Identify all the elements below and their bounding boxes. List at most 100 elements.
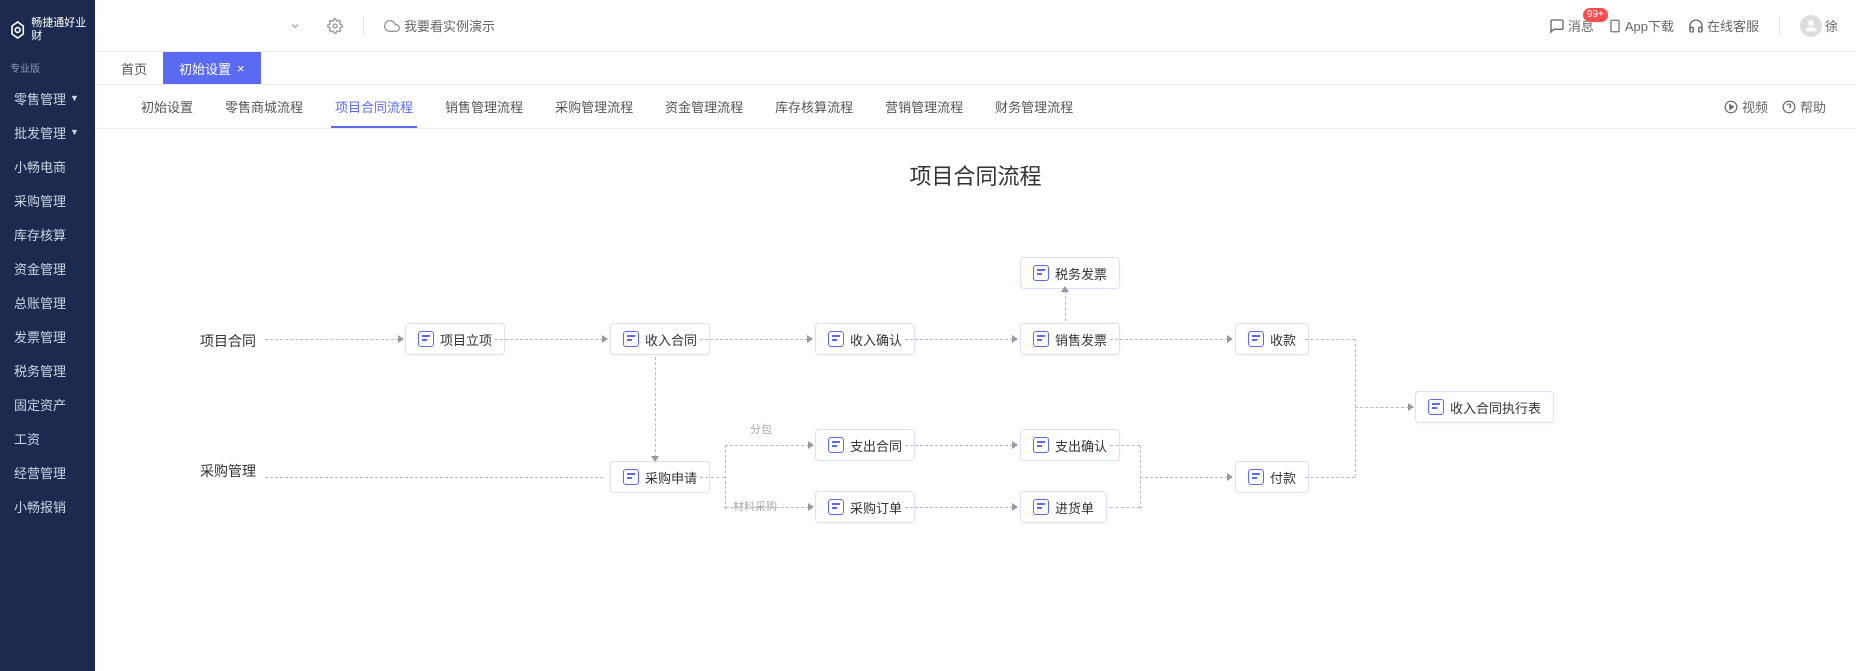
flow-node-zcht[interactable]: 支出合同 (815, 429, 915, 461)
service-label: 在线客服 (1707, 16, 1759, 35)
flow-title: 项目合同流程 (95, 159, 1856, 191)
flow-node-label: 支出合同 (850, 436, 902, 455)
arrow-icon (651, 456, 659, 462)
flow-node-cgdd[interactable]: 采购订单 (815, 491, 915, 523)
help-button[interactable]: 帮助 (1782, 97, 1826, 116)
sub-tab-7[interactable]: 营销管理流程 (869, 85, 979, 128)
flow-node-label: 采购申请 (645, 468, 697, 487)
connector (1140, 477, 1228, 478)
divider (1779, 16, 1780, 36)
video-button[interactable]: 视频 (1724, 97, 1768, 116)
doc-icon (418, 331, 434, 347)
flow-node-fk[interactable]: 付款 (1235, 461, 1309, 493)
flow-node-zcqr[interactable]: 支出确认 (1020, 429, 1120, 461)
sidebar-item-6[interactable]: 总账管理 (0, 285, 95, 319)
doc-icon (623, 331, 639, 347)
flow-node-srht[interactable]: 收入合同 (610, 323, 710, 355)
sidebar-item-4[interactable]: 库存核算 (0, 217, 95, 251)
doc-icon (1033, 331, 1049, 347)
page-tab-label: 初始设置 (179, 59, 231, 78)
flow-node-label: 收入合同执行表 (1450, 398, 1541, 417)
connector (905, 339, 1013, 340)
doc-icon (1033, 437, 1049, 453)
sub-tab-6[interactable]: 库存核算流程 (759, 85, 869, 128)
flow-node-cgsq[interactable]: 采购申请 (610, 461, 710, 493)
sub-tab-3[interactable]: 销售管理流程 (429, 85, 539, 128)
flow-node-label: 销售发票 (1055, 330, 1107, 349)
sidebar: 畅捷通好业财 专业版 零售管理▼批发管理▼小畅电商采购管理库存核算资金管理总账管… (0, 0, 95, 671)
connector (1305, 339, 1355, 340)
doc-icon (1033, 499, 1049, 515)
flow-node-label: 支出确认 (1055, 436, 1107, 455)
connector (1305, 477, 1355, 478)
connector (905, 445, 1013, 446)
gear-icon[interactable] (327, 18, 343, 34)
demo-link[interactable]: 我要看实例演示 (384, 16, 495, 35)
sidebar-item-1[interactable]: 批发管理▼ (0, 115, 95, 149)
play-icon (1724, 100, 1738, 114)
content: 项目合同流程 项目合同采购管理项目立项收入合同收入确认销售发票税务发票收款收入合… (95, 129, 1856, 671)
sidebar-item-8[interactable]: 税务管理 (0, 353, 95, 387)
avatar-icon (1800, 15, 1822, 37)
connector (725, 445, 809, 446)
sidebar-item-10[interactable]: 工资 (0, 421, 95, 455)
flow-node-xsfp[interactable]: 销售发票 (1020, 323, 1120, 355)
arrow-icon (808, 503, 814, 511)
sidebar-item-0[interactable]: 零售管理▼ (0, 81, 95, 115)
chevron-down-icon (289, 20, 301, 32)
flow-node-label: 收入确认 (850, 330, 902, 349)
sidebar-item-label: 发票管理 (14, 327, 66, 346)
company-dropdown[interactable] (113, 20, 313, 32)
doc-icon (828, 331, 844, 347)
sidebar-item-2[interactable]: 小畅电商 (0, 149, 95, 183)
doc-icon (1248, 331, 1264, 347)
flow-node-sk[interactable]: 收款 (1235, 323, 1309, 355)
page-tab-0[interactable]: 首页 (105, 52, 163, 84)
flow-node-label: 税务发票 (1055, 264, 1107, 283)
sidebar-item-label: 库存核算 (14, 225, 66, 244)
app-download-button[interactable]: App下载 (1608, 16, 1674, 35)
flow-node-srhtzxb[interactable]: 收入合同执行表 (1415, 391, 1554, 423)
video-label: 视频 (1742, 97, 1768, 116)
divider (363, 16, 364, 36)
mini-fenbao: 分包 (750, 421, 772, 437)
demo-label: 我要看实例演示 (404, 16, 495, 35)
flow-node-srqr[interactable]: 收入确认 (815, 323, 915, 355)
messages-button[interactable]: 消息 99+ (1549, 16, 1594, 35)
sub-tab-0[interactable]: 初始设置 (125, 85, 209, 128)
brand-logo: 畅捷通好业财 (0, 0, 95, 60)
sub-tab-5[interactable]: 资金管理流程 (649, 85, 759, 128)
arrow-icon (1227, 335, 1233, 343)
doc-icon (828, 499, 844, 515)
sidebar-item-7[interactable]: 发票管理 (0, 319, 95, 353)
sidebar-item-12[interactable]: 小畅报销 (0, 489, 95, 523)
sidebar-item-5[interactable]: 资金管理 (0, 251, 95, 285)
connector (1110, 445, 1140, 446)
user-name: 徐 (1825, 16, 1838, 35)
sub-tab-2[interactable]: 项目合同流程 (319, 85, 429, 128)
flow-node-swfp[interactable]: 税务发票 (1020, 257, 1120, 289)
sidebar-item-label: 资金管理 (14, 259, 66, 278)
flow-node-label: 采购订单 (850, 498, 902, 517)
sub-tab-8[interactable]: 财务管理流程 (979, 85, 1089, 128)
sidebar-item-3[interactable]: 采购管理 (0, 183, 95, 217)
connector (495, 339, 603, 340)
connector (725, 507, 809, 508)
sub-tab-4[interactable]: 采购管理流程 (539, 85, 649, 128)
sidebar-item-11[interactable]: 经营管理 (0, 455, 95, 489)
close-icon[interactable]: × (237, 61, 245, 76)
service-button[interactable]: 在线客服 (1688, 16, 1759, 35)
flow-node-xmlx[interactable]: 项目立项 (405, 323, 505, 355)
page-tab-1[interactable]: 初始设置 × (163, 52, 261, 84)
user-menu[interactable]: 徐 (1800, 15, 1838, 37)
arrow-icon (1408, 403, 1414, 411)
sidebar-item-9[interactable]: 固定资产 (0, 387, 95, 421)
sidebar-item-label: 总账管理 (14, 293, 66, 312)
flow-node-jhd[interactable]: 进货单 (1020, 491, 1107, 523)
flow-node-label: 收入合同 (645, 330, 697, 349)
messages-badge: 99+ (1583, 8, 1608, 22)
sidebar-item-label: 小畅电商 (14, 157, 66, 176)
sub-tab-1[interactable]: 零售商城流程 (209, 85, 319, 128)
row-label-top: 项目合同 (200, 331, 256, 351)
arrow-icon (1012, 503, 1018, 511)
